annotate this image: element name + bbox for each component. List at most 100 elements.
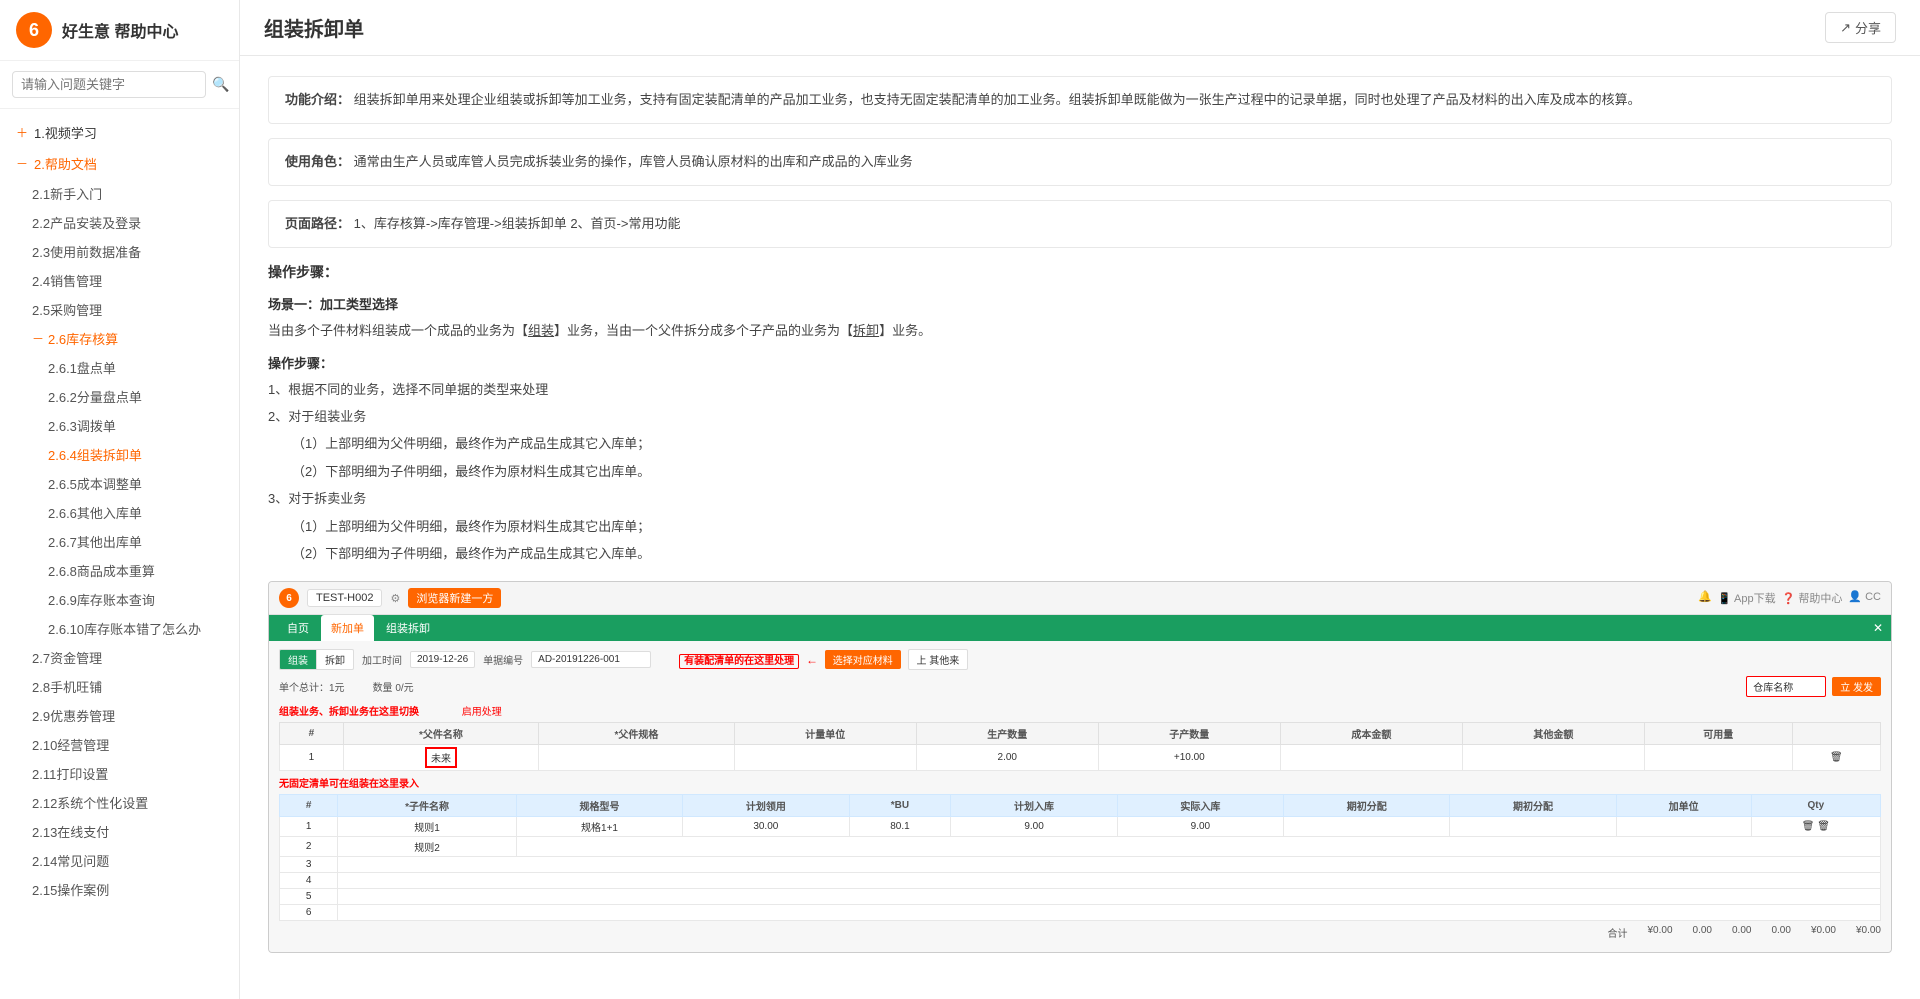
sidebar-item-payment[interactable]: 2.13在线支付 bbox=[0, 817, 239, 846]
sidebar-item-other-in[interactable]: 2.6.6其他入库单 bbox=[0, 498, 239, 527]
ss-form-area: 组装 拆卸 加工时间 2019-12-26 单据编号 AD-20191226-0… bbox=[269, 641, 1891, 952]
disassemble-term: 拆卸 bbox=[853, 323, 879, 338]
sidebar-item-cost-recalc[interactable]: 2.6.8商品成本重算 bbox=[0, 556, 239, 585]
cell-spec bbox=[539, 745, 734, 771]
sidebar-item-ledger-query[interactable]: 2.6.9库存账本查询 bbox=[0, 585, 239, 614]
col-parent-name: *父件名称 bbox=[343, 723, 538, 745]
nav-list: ＋ 1.视频学习 － 2.帮助文档 2.1新手入门 2.2产品安装及登录 2.3… bbox=[0, 109, 239, 999]
search-icon[interactable]: 🔍 bbox=[212, 76, 229, 93]
ss-app-logo: 6 bbox=[279, 588, 299, 608]
screenshot-container: 6 TEST-H002 ⚙ 浏览器新建一方 🔔 📱 App下载 ❓ 帮助中心 👤… bbox=[268, 581, 1892, 953]
sidebar-item-coupon[interactable]: 2.9优惠券管理 bbox=[0, 701, 239, 730]
ss-help-icon: ❓ 帮助中心 bbox=[1782, 590, 1843, 606]
sidebar-item-purchase[interactable]: 2.5采购管理 bbox=[0, 295, 239, 324]
footer-spacer: ¥0.00 bbox=[1856, 925, 1881, 940]
path-block: 页面路径： 1、库存核算->库存管理->组装拆卸单 2、首页->常用功能 bbox=[268, 200, 1892, 248]
sidebar-item-sales[interactable]: 2.4销售管理 bbox=[0, 266, 239, 295]
app-logo-icon: 6 bbox=[16, 12, 52, 48]
sub-cell-spec: 规格1+1 bbox=[516, 817, 682, 837]
role-label: 使用角色： bbox=[285, 154, 350, 169]
cell-name: 未来 bbox=[343, 745, 538, 771]
ss-close-icon[interactable]: ✕ bbox=[1873, 621, 1883, 635]
sidebar-item-video-learning[interactable]: ＋ 1.视频学习 bbox=[0, 117, 239, 148]
ss-type-disassemble[interactable]: 拆卸 bbox=[317, 650, 353, 669]
col-unit: 计量单位 bbox=[734, 723, 916, 745]
steps-list: 1、根据不同的业务，选择不同单据的类型来处理 2、对于组装业务 （1）上部明细为… bbox=[268, 378, 1892, 566]
sidebar-item-inventory[interactable]: － 2.6库存核算 bbox=[0, 324, 239, 353]
ss-type-assemble[interactable]: 组装 bbox=[280, 650, 317, 669]
sub-table-row: 4 bbox=[280, 873, 1881, 889]
footer-label: 合计 bbox=[1608, 925, 1628, 940]
step-2-1: （1）上部明细为父件明细，最终作为产成品生成其它入库单； bbox=[268, 432, 1892, 455]
sidebar-item-install[interactable]: 2.2产品安装及登录 bbox=[0, 208, 239, 237]
ss-number-input[interactable]: AD-20191226-001 bbox=[531, 651, 651, 668]
ss-quantity-info: 数量 0/元 bbox=[373, 679, 414, 694]
ss-nav-assembly[interactable]: 组装拆卸 bbox=[376, 615, 440, 641]
sidebar-item-transfer[interactable]: 2.6.3调拨单 bbox=[0, 411, 239, 440]
sidebar-item-help-docs[interactable]: － 2.帮助文档 bbox=[0, 148, 239, 179]
ss-app-icon: 📱 App下载 bbox=[1718, 590, 1776, 606]
sub-col-plan-in: 计划入库 bbox=[951, 795, 1117, 817]
ss-date-input[interactable]: 2019-12-26 bbox=[410, 651, 475, 668]
sidebar: 6 好生意 帮助中心 🔍 ＋ 1.视频学习 － 2.帮助文档 2.1新手入门 2… bbox=[0, 0, 240, 999]
sidebar-item-operations[interactable]: 2.10经营管理 bbox=[0, 730, 239, 759]
ss-nav-new[interactable]: 新加单 bbox=[321, 615, 374, 641]
share-button[interactable]: ↗ 分享 bbox=[1825, 12, 1896, 43]
search-input[interactable] bbox=[12, 71, 206, 98]
step-2-2: （2）下部明细为子件明细，最终作为原材料生成其它出库单。 bbox=[268, 460, 1892, 483]
topbar: 组装拆卸单 ↗ 分享 bbox=[240, 0, 1920, 56]
path-label: 页面路径： bbox=[285, 216, 350, 231]
step-3-1: （1）上部明细为父件明细，最终作为原材料生成其它出库单； bbox=[268, 515, 1892, 538]
ss-user-icon: 👤 CC bbox=[1848, 590, 1881, 606]
sidebar-item-custom[interactable]: 2.12系统个性化设置 bbox=[0, 788, 239, 817]
intro-text: 组装拆卸单用来处理企业组装或拆卸等加工业务，支持有固定装配清单的产品加工业务，也… bbox=[354, 92, 1641, 107]
col-cost: 成本金额 bbox=[1280, 723, 1462, 745]
ss-settings-icon: ⚙ bbox=[390, 592, 400, 605]
ss-warehouse-input[interactable]: 仓库名称 bbox=[1746, 676, 1826, 697]
ss-parent-table: # *父件名称 *父件规格 计量单位 生产数量 子产数量 成本金额 其他金额 可… bbox=[279, 722, 1881, 771]
col-sub-qty: 子产数量 bbox=[1098, 723, 1280, 745]
sidebar-item-newbie[interactable]: 2.1新手入门 bbox=[0, 179, 239, 208]
step-3: 3、对于拆卖业务 bbox=[268, 487, 1892, 510]
ss-select-material-btn[interactable]: 选择对应材料 bbox=[825, 650, 901, 669]
cell-unit bbox=[734, 745, 916, 771]
sidebar-item-partial-stocktake[interactable]: 2.6.2分量盘点单 bbox=[0, 382, 239, 411]
sidebar-item-finance[interactable]: 2.7资金管理 bbox=[0, 643, 239, 672]
cell-ops: 🗑 bbox=[1792, 745, 1880, 771]
col-available: 可用量 bbox=[1644, 723, 1792, 745]
sidebar-item-cases[interactable]: 2.15操作案例 bbox=[0, 875, 239, 904]
sidebar-item-mobile[interactable]: 2.8手机旺铺 bbox=[0, 672, 239, 701]
ss-other-btn[interactable]: 上 其他来 bbox=[908, 649, 969, 670]
sidebar-item-ledger-fix[interactable]: 2.6.10库存账本错了怎么办 bbox=[0, 614, 239, 643]
sub-col-action: Qty bbox=[1751, 795, 1880, 817]
col-action bbox=[1792, 723, 1880, 745]
arrow-right-icon: ← bbox=[806, 653, 818, 667]
role-text: 通常由生产人员或库管人员完成拆装业务的操作，库管人员确认原材料的出库和产成品的入… bbox=[354, 154, 913, 169]
sidebar-item-stocktake[interactable]: 2.6.1盘点单 bbox=[0, 353, 239, 382]
sidebar-item-cost-adjust[interactable]: 2.6.5成本调整单 bbox=[0, 469, 239, 498]
sub-col-spec: 规格型号 bbox=[516, 795, 682, 817]
col-sequence: # bbox=[280, 723, 344, 745]
sidebar-item-data-prep[interactable]: 2.3使用前数据准备 bbox=[0, 237, 239, 266]
ops-heading: 操作步骤： bbox=[268, 262, 1892, 282]
sidebar-item-assembly[interactable]: 2.6.4组装拆卸单 bbox=[0, 440, 239, 469]
sub-table-row: 5 bbox=[280, 889, 1881, 905]
sub-col-unit2: 加单位 bbox=[1616, 795, 1751, 817]
sidebar-item-print[interactable]: 2.11打印设置 bbox=[0, 759, 239, 788]
search-box[interactable]: 🔍 bbox=[0, 61, 239, 109]
role-block: 使用角色： 通常由生产人员或库管人员完成拆装业务的操作，库管人员确认原材料的出库… bbox=[268, 138, 1892, 186]
ss-type-tabs[interactable]: 组装 拆卸 bbox=[279, 649, 354, 670]
sidebar-item-faq[interactable]: 2.14常见问题 bbox=[0, 846, 239, 875]
sub-col-name: *子件名称 bbox=[338, 795, 517, 817]
ss-company: TEST-H002 bbox=[307, 589, 382, 607]
ss-confirm-btn[interactable]: 立 发发 bbox=[1832, 677, 1881, 696]
footer-total1: ¥0.00 bbox=[1648, 925, 1673, 940]
sub-cell-a2 bbox=[1450, 817, 1616, 837]
ss-sub-info: 单个总计：1元 bbox=[279, 679, 345, 694]
sidebar-item-label: 1.视频学习 bbox=[34, 123, 97, 142]
sidebar-item-other-out[interactable]: 2.6.7其他出库单 bbox=[0, 527, 239, 556]
ss-nav-home[interactable]: 自页 bbox=[277, 615, 319, 641]
table-row: 1 未来 2.00 +10.00 🗑 bbox=[280, 745, 1881, 771]
annotation-text-3: 组装业务、拆卸业务在这里切换 bbox=[279, 707, 419, 718]
sub-cell-seq: 1 bbox=[280, 817, 338, 837]
